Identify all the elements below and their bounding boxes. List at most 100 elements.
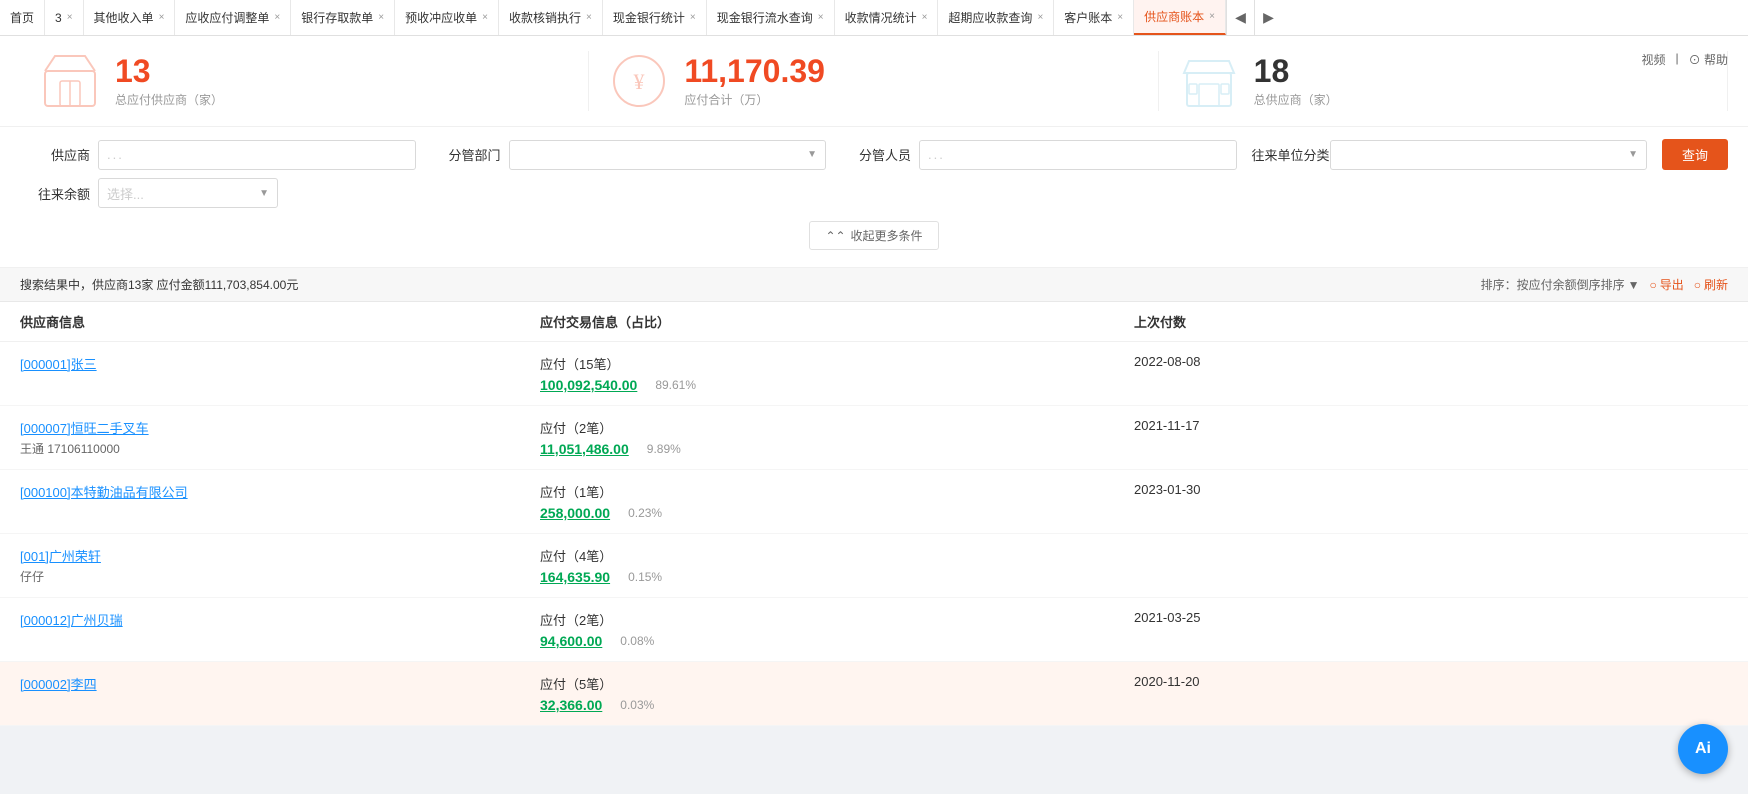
export-button[interactable]: ○ 导出 [1649, 276, 1683, 293]
nav-tab-supplier-ledger-close[interactable]: × [1209, 11, 1215, 22]
nav-tab-3[interactable]: 3 × [45, 0, 84, 35]
tx-amount[interactable]: 258,000.00 [540, 505, 610, 521]
nav-tab-supplier-ledger[interactable]: 供应商账本 × [1134, 0, 1226, 35]
stat-supplier-info: 13 总应付供应商（家） [115, 55, 223, 108]
supplier-link[interactable]: [000012]广州贝瑞 [20, 610, 540, 629]
supplier-input[interactable]: ... [98, 140, 416, 170]
help-link[interactable]: ⊙ 帮助 [1689, 51, 1728, 68]
tx-percent: 0.08% [620, 634, 654, 648]
balance-input[interactable]: 选择... ▼ [98, 178, 278, 208]
tx-percent: 9.89% [647, 442, 681, 456]
nav-tab-overdue-ar[interactable]: 超期应收款查询 × [938, 0, 1054, 35]
stat-supplier-label: 总应付供应商（家） [115, 91, 223, 108]
refresh-button[interactable]: ○ 刷新 [1694, 276, 1728, 293]
nav-tab-prepay-ar-label: 预收冲应收单 [405, 9, 477, 26]
nav-tab-home[interactable]: 首页 [0, 0, 45, 35]
nav-next-button[interactable]: ▶ [1254, 0, 1282, 36]
tx-percent: 0.15% [628, 570, 662, 584]
stat-icon-store [1179, 51, 1239, 111]
nav-tab-cash-flow[interactable]: 现金银行流水查询 × [707, 0, 835, 35]
ai-button[interactable]: Ai [1678, 724, 1728, 774]
nav-tab-overdue-ar-close[interactable]: × [1037, 12, 1043, 23]
table-row: [000012]广州贝瑞 应付（2笔） 94,600.00 0.08% 2021… [0, 598, 1748, 662]
query-button[interactable]: 查询 [1662, 139, 1728, 170]
tx-percent: 89.61% [655, 378, 696, 392]
nav-tab-overdue-ar-label: 超期应收款查询 [948, 9, 1032, 26]
nav-tab-cash-flow-label: 现金银行流水查询 [717, 9, 813, 26]
table-body: [000001]张三 应付（15笔） 100,092,540.00 89.61%… [0, 342, 1748, 726]
stat-payable-label: 应付合计（万） [684, 91, 825, 108]
supplier-info-cell: [000012]广州贝瑞 [20, 610, 540, 629]
filter-category-label: 往来单位分类 [1252, 145, 1322, 164]
collapse-up-icon: ⌃⌃ [825, 229, 845, 243]
supplier-info-cell: [001]广州荣轩 仔仔 [20, 546, 540, 585]
supplier-link[interactable]: [001]广州荣轩 [20, 546, 540, 565]
export-icon: ○ [1649, 278, 1656, 292]
nav-tab-customer-ledger[interactable]: 客户账本 × [1054, 0, 1134, 35]
nav-tab-other-income-close[interactable]: × [159, 12, 165, 23]
last-pay-date: 2022-08-08 [1134, 354, 1201, 369]
filter-category: 往来单位分类 ▼ [1252, 140, 1648, 170]
nav-tab-bank-deposit[interactable]: 银行存取款单 × [291, 0, 395, 35]
filter-supplier: 供应商 ... [20, 140, 416, 170]
nav-tab-customer-ledger-close[interactable]: × [1117, 12, 1123, 23]
stat-total-supplier-label: 总供应商（家） [1254, 91, 1338, 108]
last-pay-cell: 2023-01-30 [1134, 482, 1728, 497]
tx-info-cell: 应付（1笔） 258,000.00 0.23% [540, 482, 1134, 521]
supplier-sub: 仔仔 [20, 568, 540, 585]
tx-amount[interactable]: 100,092,540.00 [540, 377, 637, 393]
sort-label: 排序：按应付余额倒序排序 [1481, 276, 1625, 293]
table-row: [000001]张三 应付（15笔） 100,092,540.00 89.61%… [0, 342, 1748, 406]
supplier-link[interactable]: [000001]张三 [20, 354, 540, 373]
video-link[interactable]: 视频 [1642, 51, 1666, 68]
nav-tab-receipt-stat[interactable]: 收款情况统计 × [835, 0, 939, 35]
filter-row-1: 供应商 ... 分管部门 ▼ 分管人员 ... 往来单位分类 ▼ [20, 139, 1728, 170]
nav-tab-customer-ledger-label: 客户账本 [1064, 9, 1112, 26]
collapse-label: 收起更多条件 [851, 227, 923, 244]
nav-tab-receipt-verify-close[interactable]: × [586, 12, 592, 23]
tx-amount[interactable]: 11,051,486.00 [540, 441, 629, 457]
nav-tab-bank-deposit-close[interactable]: × [378, 12, 384, 23]
nav-tab-cash-bank-stat-label: 现金银行统计 [613, 9, 685, 26]
stat-supplier-count: 13 总应付供应商（家） [20, 51, 589, 111]
supplier-sub: 王通 17106110000 [20, 440, 540, 457]
tx-amount[interactable]: 164,635.90 [540, 569, 610, 585]
dept-input[interactable]: ▼ [509, 140, 827, 170]
nav-tab-cash-bank-stat-close[interactable]: × [690, 12, 696, 23]
collapse-button[interactable]: ⌃⌃ 收起更多条件 [809, 221, 938, 250]
supplier-link[interactable]: [000007]恒旺二手叉车 [20, 418, 540, 437]
result-bar: 搜索结果中，供应商13家 应付金额111,703,854.00元 排序：按应付余… [0, 268, 1748, 302]
tx-amount[interactable]: 94,600.00 [540, 633, 602, 649]
table-header: 供应商信息 应付交易信息（占比） 上次付数 [0, 302, 1748, 342]
nav-tab-cash-bank-stat[interactable]: 现金银行统计 × [603, 0, 707, 35]
sort-button[interactable]: 排序：按应付余额倒序排序 ▼ [1481, 276, 1640, 293]
supplier-link[interactable]: [000100]本特勤油品有限公司 [20, 482, 540, 501]
tx-label: 应付（5笔） [540, 674, 1134, 693]
stat-icon-supplier [40, 51, 100, 111]
balance-placeholder: 选择... [107, 184, 144, 203]
nav-tab-cash-flow-close[interactable]: × [818, 12, 824, 23]
supplier-link[interactable]: [000002]李四 [20, 674, 540, 693]
filter-balance-label: 往来余额 [20, 184, 90, 203]
nav-tab-prepay-ar-close[interactable]: × [482, 12, 488, 23]
person-input[interactable]: ... [919, 140, 1237, 170]
tx-percent: 0.23% [628, 506, 662, 520]
category-input[interactable]: ▼ [1330, 140, 1648, 170]
last-pay-cell: 2021-03-25 [1134, 610, 1728, 625]
nav-tab-prepay-ar[interactable]: 预收冲应收单 × [395, 0, 499, 35]
col-header-supplier: 供应商信息 [20, 312, 540, 331]
nav-tab-receipt-verify[interactable]: 收款核销执行 × [499, 0, 603, 35]
nav-tab-receipt-stat-close[interactable]: × [922, 12, 928, 23]
nav-tab-3-close[interactable]: × [67, 12, 73, 23]
nav-tab-ar-adjust-close[interactable]: × [274, 12, 280, 23]
tx-label: 应付（4笔） [540, 546, 1134, 565]
tx-info-cell: 应付（2笔） 94,600.00 0.08% [540, 610, 1134, 649]
nav-tab-supplier-ledger-label: 供应商账本 [1144, 8, 1204, 25]
tx-amount[interactable]: 32,366.00 [540, 697, 602, 713]
stat-supplier-value: 13 [115, 55, 223, 87]
nav-tab-ar-adjust[interactable]: 应收应付调整单 × [175, 0, 291, 35]
supplier-info-cell: [000002]李四 [20, 674, 540, 693]
stats-bar: 13 总应付供应商（家） ¥ 11,170.39 应付合计（万） [0, 36, 1748, 127]
nav-prev-button[interactable]: ◀ [1226, 0, 1254, 36]
nav-tab-other-income[interactable]: 其他收入单 × [84, 0, 176, 35]
